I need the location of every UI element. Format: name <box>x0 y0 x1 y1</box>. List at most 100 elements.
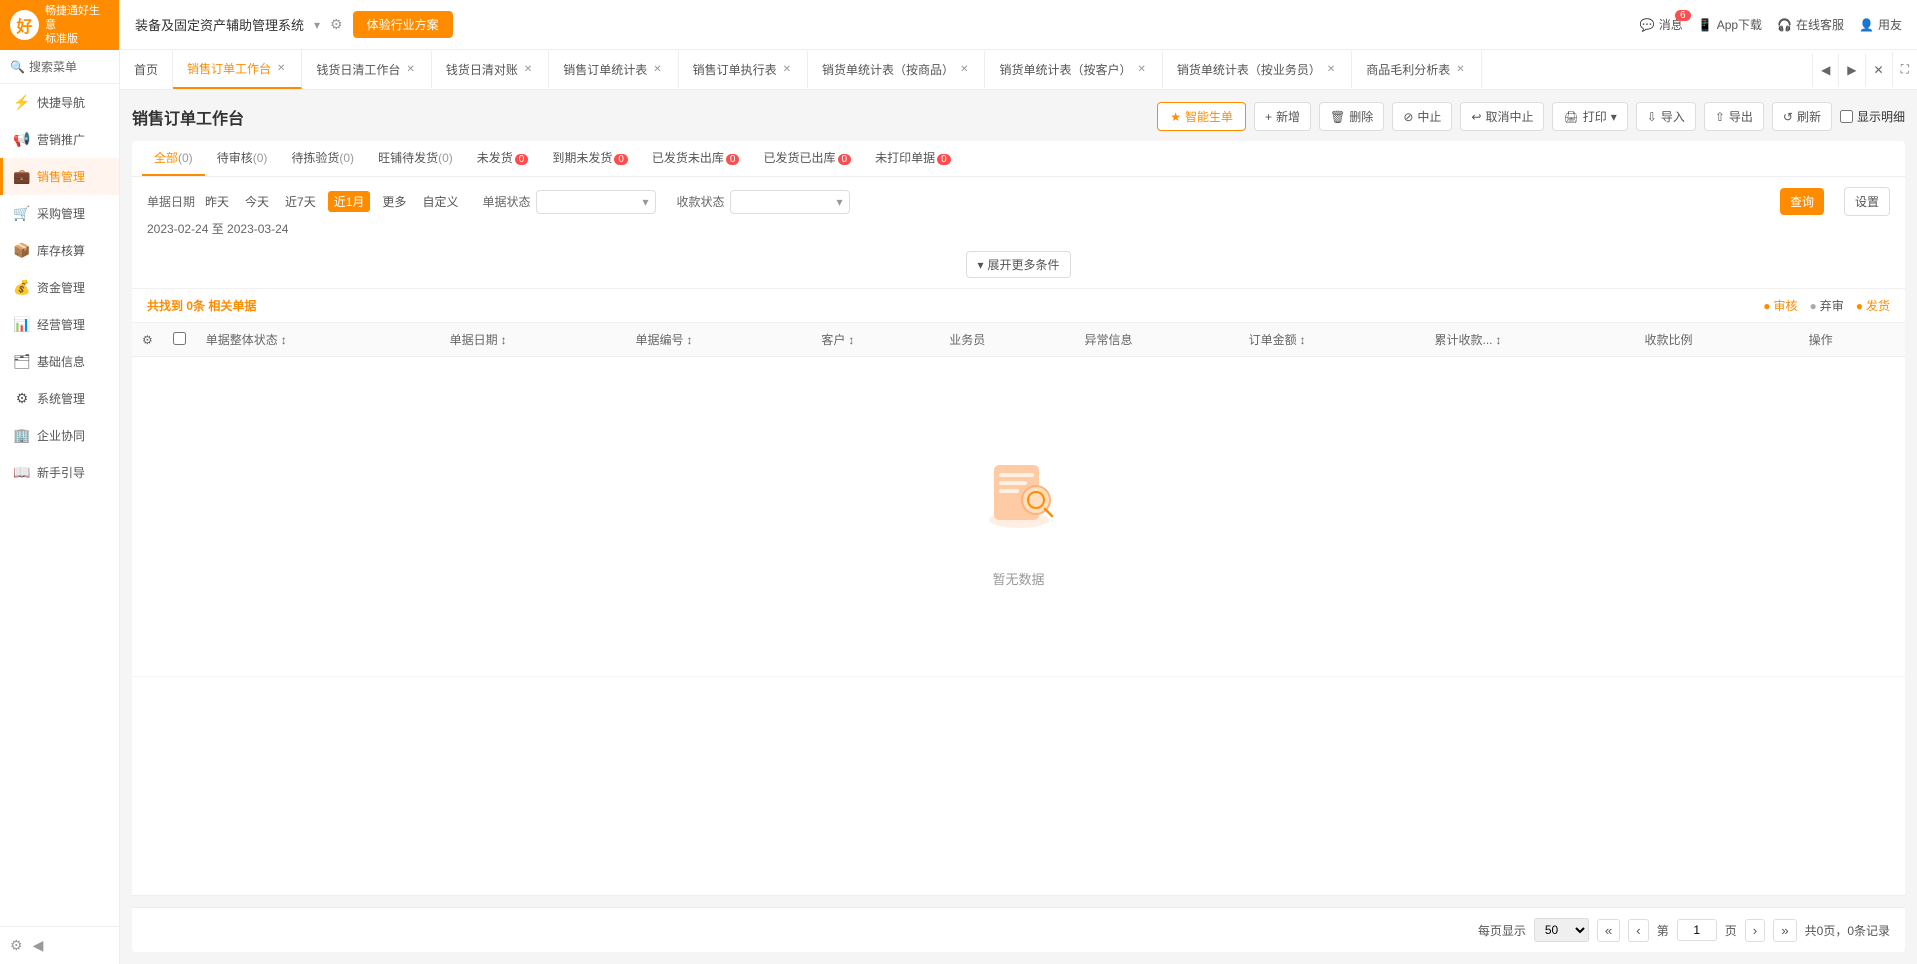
cancel-stop-button[interactable]: ↩ 取消中止 <box>1460 102 1544 131</box>
tab-sales-workbench[interactable]: 销售订单工作台 ✕ <box>173 50 302 89</box>
tab-close-icon-2[interactable]: ✕ <box>404 64 416 75</box>
tab-sales-summary-customer[interactable]: 销货单统计表（按客户） ✕ <box>985 51 1162 88</box>
table-header: ⚙ 单据整体状态 ↕ <box>132 323 1905 357</box>
import-button[interactable]: ⇩ 导入 <box>1636 102 1696 131</box>
subtab-overdue-not-shipped[interactable]: 到期未发货0 <box>540 141 640 176</box>
tab-sales-summary-product[interactable]: 销货单统计表（按商品） ✕ <box>808 51 985 88</box>
tab-home-label: 首页 <box>134 61 158 78</box>
tab-next-button[interactable]: ▶ <box>1838 53 1864 87</box>
tab-sales-summary-staff[interactable]: 销货单统计表（按业务员） ✕ <box>1163 51 1352 88</box>
user-menu-button[interactable]: 👤 用友 <box>1859 16 1902 33</box>
mobile-icon: 📱 <box>1698 18 1713 32</box>
tab-sales-exec[interactable]: 销售订单执行表 ✕ <box>679 51 808 88</box>
tab-cash-daily[interactable]: 钱货日清工作台 ✕ <box>302 51 431 88</box>
sidebar-item-enterprise[interactable]: 🏢 企业协同 <box>0 417 119 454</box>
subtab-not-shipped[interactable]: 未发货0 <box>465 141 541 176</box>
subtab-all[interactable]: 全部(0) <box>142 141 205 176</box>
tab-close-icon-3[interactable]: ✕ <box>522 64 534 75</box>
sidebar-item-base-info[interactable]: 🗂 基础信息 <box>0 343 119 380</box>
tab-sales-stat[interactable]: 销售订单统计表 ✕ <box>549 51 678 88</box>
sidebar-item-operations[interactable]: 📊 经营管理 <box>0 306 119 343</box>
tab-close-icon-4[interactable]: ✕ <box>651 64 663 75</box>
page-input[interactable] <box>1677 919 1717 941</box>
print-button[interactable]: 🖨 打印 ▾ <box>1552 102 1627 131</box>
horizontal-scrollbar[interactable] <box>132 895 1905 907</box>
customer-sort[interactable]: 客户 ↕ <box>821 331 929 348</box>
tab-close-icon-5[interactable]: ✕ <box>781 64 793 75</box>
export-button[interactable]: ⇧ 导出 <box>1704 102 1764 131</box>
refresh-button[interactable]: ↺ 刷新 <box>1772 102 1832 131</box>
sidebar-item-inventory[interactable]: 📦 库存核算 <box>0 232 119 269</box>
subtab-pending-inspect[interactable]: 待拣验货(0) <box>279 141 366 176</box>
search-menu[interactable]: 🔍 搜索菜单 <box>0 50 119 84</box>
date-7days[interactable]: 近7天 <box>281 191 320 212</box>
per-page-select[interactable]: 10 20 50 100 <box>1534 918 1589 942</box>
status-select[interactable] <box>536 190 656 214</box>
review-action-button[interactable]: ● 审核 <box>1763 297 1797 314</box>
sidebar-item-purchase[interactable]: 🛒 采购管理 <box>0 195 119 232</box>
last-page-button[interactable]: » <box>1773 919 1796 942</box>
sidebar-item-guide[interactable]: 📖 新手引导 <box>0 454 119 491</box>
first-page-button[interactable]: « <box>1597 919 1620 942</box>
add-button[interactable]: + 新增 <box>1254 102 1311 131</box>
tab-close-icon-7[interactable]: ✕ <box>1135 64 1147 75</box>
date-yesterday[interactable]: 昨天 <box>201 191 233 212</box>
tab-close-icon[interactable]: ✕ <box>275 63 287 74</box>
amount-sort[interactable]: 订单金额 ↕ <box>1249 331 1415 348</box>
tab-maximize-button[interactable]: ⛶ <box>1892 52 1917 87</box>
refresh-icon: ↺ <box>1783 110 1793 124</box>
subtab-wangpu-pending[interactable]: 旺铺待发货(0) <box>366 141 465 176</box>
messages-button[interactable]: 💬 消息 6 <box>1640 16 1683 33</box>
collapse-icon[interactable]: ◀ <box>33 937 44 954</box>
sidebar-item-marketing[interactable]: 📢 营销推广 <box>0 121 119 158</box>
delete-button[interactable]: 🗑 删除 <box>1319 102 1384 131</box>
date-custom[interactable]: 自定义 <box>418 191 462 212</box>
tab-prev-button[interactable]: ◀ <box>1812 53 1838 87</box>
tab-close-all-button[interactable]: ✕ <box>1865 53 1892 87</box>
prev-page-button[interactable]: ‹ <box>1628 919 1648 942</box>
export-icon: ⇧ <box>1715 110 1725 124</box>
tab-close-icon-8[interactable]: ✕ <box>1325 64 1337 75</box>
subtab-pending-review[interactable]: 待审核(0) <box>205 141 280 176</box>
tab-product-margin[interactable]: 商品毛利分析表 ✕ <box>1352 51 1481 88</box>
app-download-button[interactable]: 📱 App下载 <box>1698 16 1762 33</box>
next-page-button[interactable]: › <box>1745 919 1765 942</box>
industry-plan-button[interactable]: 体验行业方案 <box>353 11 453 38</box>
sidebar-item-finance[interactable]: 💰 资金管理 <box>0 269 119 306</box>
select-all-checkbox[interactable] <box>173 332 186 345</box>
expand-filter-button[interactable]: ▾ 展开更多条件 <box>966 251 1070 278</box>
tab-close-icon-6[interactable]: ✕ <box>958 64 970 75</box>
column-settings-icon[interactable]: ⚙ <box>142 333 153 347</box>
tab-close-icon-9[interactable]: ✕ <box>1454 64 1466 75</box>
date-sort[interactable]: 单据日期 ↕ <box>450 331 616 348</box>
show-detail-toggle[interactable]: 显示明细 <box>1840 108 1905 125</box>
settings-gear-icon[interactable]: ⚙ <box>330 16 343 33</box>
subtab-shipped-not-warehoused[interactable]: 已发货未出库0 <box>640 141 752 176</box>
system-dropdown-icon[interactable]: ▾ <box>314 18 320 32</box>
subtab-not-printed[interactable]: 未打印单据0 <box>863 141 963 176</box>
ship-action-button[interactable]: ● 发货 <box>1856 297 1890 314</box>
online-service-button[interactable]: 🎧 在线客服 <box>1777 16 1844 33</box>
settings-query-button[interactable]: 设置 <box>1844 187 1890 216</box>
collected-sort[interactable]: 累计收款... ↕ <box>1435 331 1625 348</box>
sidebar-item-quick-nav[interactable]: ⚡ 快捷导航 <box>0 84 119 121</box>
th-settings: ⚙ <box>132 323 163 357</box>
tab-cash-reconcile[interactable]: 钱货日清对账 ✕ <box>432 51 549 88</box>
tab-home[interactable]: 首页 <box>120 51 173 88</box>
date-today[interactable]: 今天 <box>241 191 273 212</box>
stop-button[interactable]: ⊘ 中止 <box>1392 102 1452 131</box>
smart-create-button[interactable]: ★ 智能生单 <box>1157 102 1246 131</box>
status-sort[interactable]: 单据整体状态 ↕ <box>206 331 430 348</box>
query-button[interactable]: 查询 <box>1780 188 1824 215</box>
number-sort[interactable]: 单据编号 ↕ <box>635 331 801 348</box>
date-more[interactable]: 更多 <box>378 191 410 212</box>
sidebar-item-sales[interactable]: 💼 销售管理 <box>0 158 119 195</box>
date-1month[interactable]: 近1月 <box>328 191 371 212</box>
payment-select[interactable] <box>730 190 850 214</box>
subtab-shipped-warehoused[interactable]: 已发货已出库0 <box>751 141 863 176</box>
show-detail-checkbox[interactable] <box>1840 110 1853 123</box>
settings-icon[interactable]: ⚙ <box>10 937 23 954</box>
sidebar-item-system[interactable]: ⚙ 系统管理 <box>0 380 119 417</box>
cancel-review-action-button[interactable]: ● 弃审 <box>1809 297 1843 314</box>
base-info-icon: 🗂 <box>13 353 31 370</box>
